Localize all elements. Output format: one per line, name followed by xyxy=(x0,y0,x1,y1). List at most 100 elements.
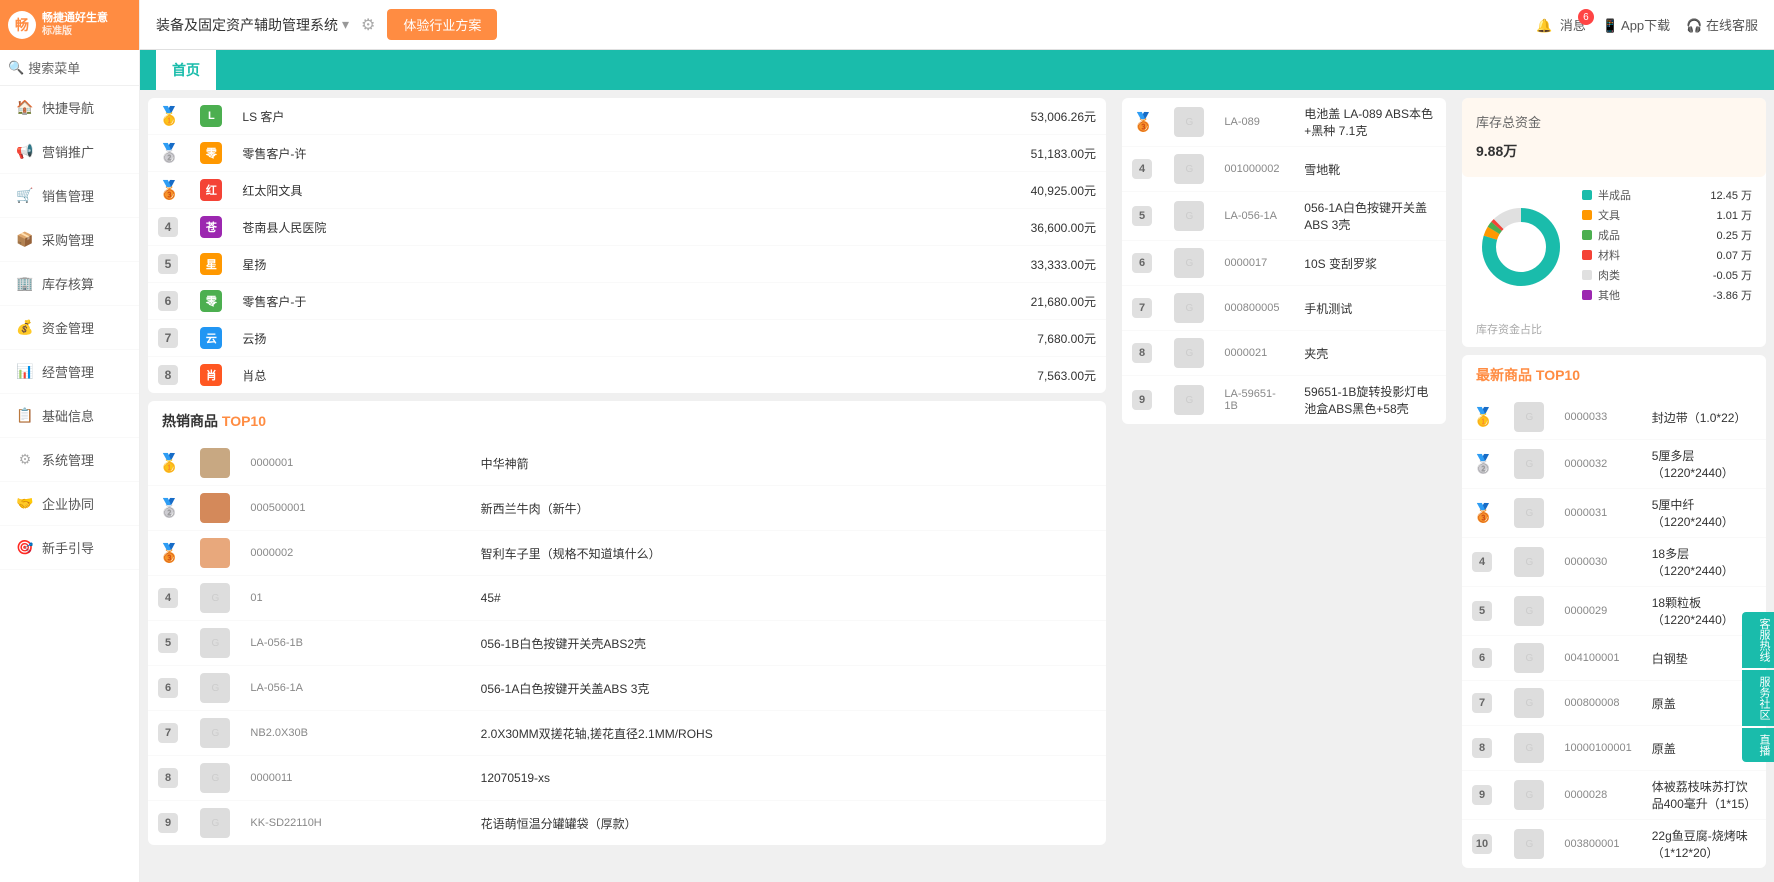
product-name: 中华神箭 xyxy=(471,441,1106,486)
sidebar-logo: 畅 畅捷通好生意 标准版 xyxy=(0,0,139,50)
product-img-cell xyxy=(190,531,240,576)
customer-amount: 36,600.00元 xyxy=(712,209,1106,246)
search-icon: 🔍 xyxy=(8,60,24,76)
product-img-cell: G xyxy=(1504,440,1554,489)
legend-item: 材料 0.07 万 xyxy=(1582,247,1752,263)
sidebar-item-sales[interactable]: 🛒 销售管理 xyxy=(0,174,139,218)
sidebar: 畅 畅捷通好生意 标准版 🔍 搜索菜单 🏠 快捷导航 📢 营销推广 🛒 销售管理… xyxy=(0,0,140,882)
legend-value: 12.45 万 xyxy=(1710,187,1752,203)
product-image-placeholder: G xyxy=(1174,385,1204,415)
legend-item: 其他 -3.86 万 xyxy=(1582,287,1752,303)
sidebar-item-operations[interactable]: 📊 经营管理 xyxy=(0,350,139,394)
rank-cell: 9 xyxy=(1462,771,1504,820)
product-name: 056-1A白色按键开关盖ABS 3克 xyxy=(471,666,1106,711)
avatar-cell: 星 xyxy=(190,246,232,283)
finance-icon: 💰 xyxy=(16,319,34,337)
logo-text: 畅捷通好生意 标准版 xyxy=(42,12,108,37)
legend-label: 半成品 xyxy=(1598,187,1704,203)
legend-label: 文具 xyxy=(1598,207,1711,223)
product-code: 000800008 xyxy=(1554,681,1641,726)
product-code: 01 xyxy=(240,576,470,621)
rank-cell: 10 xyxy=(1462,820,1504,869)
product-img-cell: G xyxy=(190,666,240,711)
product-code: 0000001 xyxy=(240,441,470,486)
product-image-placeholder: G xyxy=(1174,248,1204,278)
system-name: 装备及固定资产辅助管理系统 ▾ xyxy=(156,15,349,35)
operations-icon: 📊 xyxy=(16,363,34,381)
nav-item-home[interactable]: 首页 xyxy=(156,50,216,90)
customer-amount: 33,333.00元 xyxy=(712,246,1106,283)
float-btn-service[interactable]: 客服热线 xyxy=(1742,612,1774,668)
product-image-placeholder: G xyxy=(1174,154,1204,184)
product-image-placeholder: G xyxy=(1174,338,1204,368)
legend-dot xyxy=(1582,190,1592,200)
main-content: 装备及固定资产辅助管理系统 ▾ ⚙ 体验行业方案 🔔 6 消息 📱 App下载 … xyxy=(140,0,1774,882)
sidebar-item-finance[interactable]: 💰 资金管理 xyxy=(0,306,139,350)
phone-icon: 📱 xyxy=(1602,18,1618,33)
rank-cell: 7 xyxy=(148,711,190,756)
product-image-placeholder: G xyxy=(1174,293,1204,323)
settings-icon[interactable]: ⚙ xyxy=(361,15,375,35)
customer-ranking-card: 🥇 L LS 客户 53,006.26元 🥈 零 零售客户-许 51,183.0… xyxy=(148,98,1106,393)
rank-cell: 9 xyxy=(148,801,190,846)
rank-cell: 4 xyxy=(148,576,190,621)
float-btn-community[interactable]: 服务社区 xyxy=(1742,670,1774,726)
rank-cell: 8 xyxy=(1122,331,1164,376)
product-code: 0000011 xyxy=(240,756,470,801)
product-code: 000800005 xyxy=(1214,286,1294,331)
product-name: 封边带（1.0*22） xyxy=(1642,395,1766,440)
sidebar-search[interactable]: 🔍 搜索菜单 xyxy=(0,50,139,86)
trial-button[interactable]: 体验行业方案 xyxy=(387,9,497,40)
sidebar-item-collab[interactable]: 🤝 企业协同 xyxy=(0,482,139,526)
product-img-cell: G xyxy=(190,801,240,846)
product-image-placeholder: G xyxy=(200,718,230,748)
product-img-cell: G xyxy=(1504,820,1554,869)
marketing-icon: 📢 xyxy=(16,143,34,161)
legend-label: 肉类 xyxy=(1598,267,1707,283)
product-img-cell xyxy=(190,441,240,486)
avatar-cell: 苍 xyxy=(190,209,232,246)
legend-dot xyxy=(1582,230,1592,240)
sidebar-item-marketing[interactable]: 📢 营销推广 xyxy=(0,130,139,174)
sidebar-item-inventory[interactable]: 🏢 库存核算 xyxy=(0,262,139,306)
online-service-link[interactable]: 🎧 在线客服 xyxy=(1686,15,1758,34)
customer-avatar: 红 xyxy=(200,179,222,201)
legend-item: 文具 1.01 万 xyxy=(1582,207,1752,223)
rank-cell: 🥇 xyxy=(148,98,190,135)
product-code: 003800001 xyxy=(1554,820,1641,869)
sidebar-item-purchase[interactable]: 📦 采购管理 xyxy=(0,218,139,262)
collab-icon: 🤝 xyxy=(16,495,34,513)
new-products-card: 最新商品 TOP10 🥇 G 0000033 封边带（1.0*22） 🥈 G 0… xyxy=(1462,355,1766,868)
app-download-link[interactable]: 📱 App下载 xyxy=(1602,15,1670,34)
rank-cell: 6 xyxy=(148,666,190,711)
mid-products-card: 🥉 G LA-089 电池盖 LA-089 ABS本色+黑种 7.1克 4 G … xyxy=(1122,98,1446,424)
product-name: 新西兰牛肉（新牛） xyxy=(471,486,1106,531)
sidebar-item-system[interactable]: ⚙ 系统管理 xyxy=(0,438,139,482)
sidebar-item-quick-nav[interactable]: 🏠 快捷导航 xyxy=(0,86,139,130)
product-img-cell xyxy=(190,486,240,531)
product-name: 手机测试 xyxy=(1294,286,1446,331)
mid-products-table: 🥉 G LA-089 电池盖 LA-089 ABS本色+黑种 7.1克 4 G … xyxy=(1122,98,1446,424)
product-image-placeholder: G xyxy=(1514,402,1544,432)
customer-name: 星扬 xyxy=(232,246,712,283)
float-btn-live[interactable]: 直播 xyxy=(1742,728,1774,762)
sidebar-item-basic-info[interactable]: 📋 基础信息 xyxy=(0,394,139,438)
bell-icon: 🔔 xyxy=(1536,18,1552,33)
product-image-placeholder: G xyxy=(1514,596,1544,626)
avatar-cell: 红 xyxy=(190,172,232,209)
rank-cell: 🥉 xyxy=(1462,489,1504,538)
new-products-table: 🥇 G 0000033 封边带（1.0*22） 🥈 G 0000032 5厘多层… xyxy=(1462,395,1766,868)
chevron-down-icon[interactable]: ▾ xyxy=(342,16,349,33)
product-name: 22g鱼豆腐-烧烤味（1*12*20） xyxy=(1642,820,1766,869)
legend-dot xyxy=(1582,250,1592,260)
product-code: 0000030 xyxy=(1554,538,1641,587)
notification-bell[interactable]: 🔔 6 消息 xyxy=(1536,15,1586,34)
product-image-placeholder: G xyxy=(200,763,230,793)
product-image-placeholder: G xyxy=(1514,733,1544,763)
customer-amount: 7,680.00元 xyxy=(712,320,1106,357)
rank-cell: 🥇 xyxy=(1462,395,1504,440)
rank-cell: 4 xyxy=(1122,147,1164,192)
rank-cell: 7 xyxy=(1122,286,1164,331)
product-image-placeholder: G xyxy=(1174,201,1204,231)
sidebar-item-guide[interactable]: 🎯 新手引导 xyxy=(0,526,139,570)
